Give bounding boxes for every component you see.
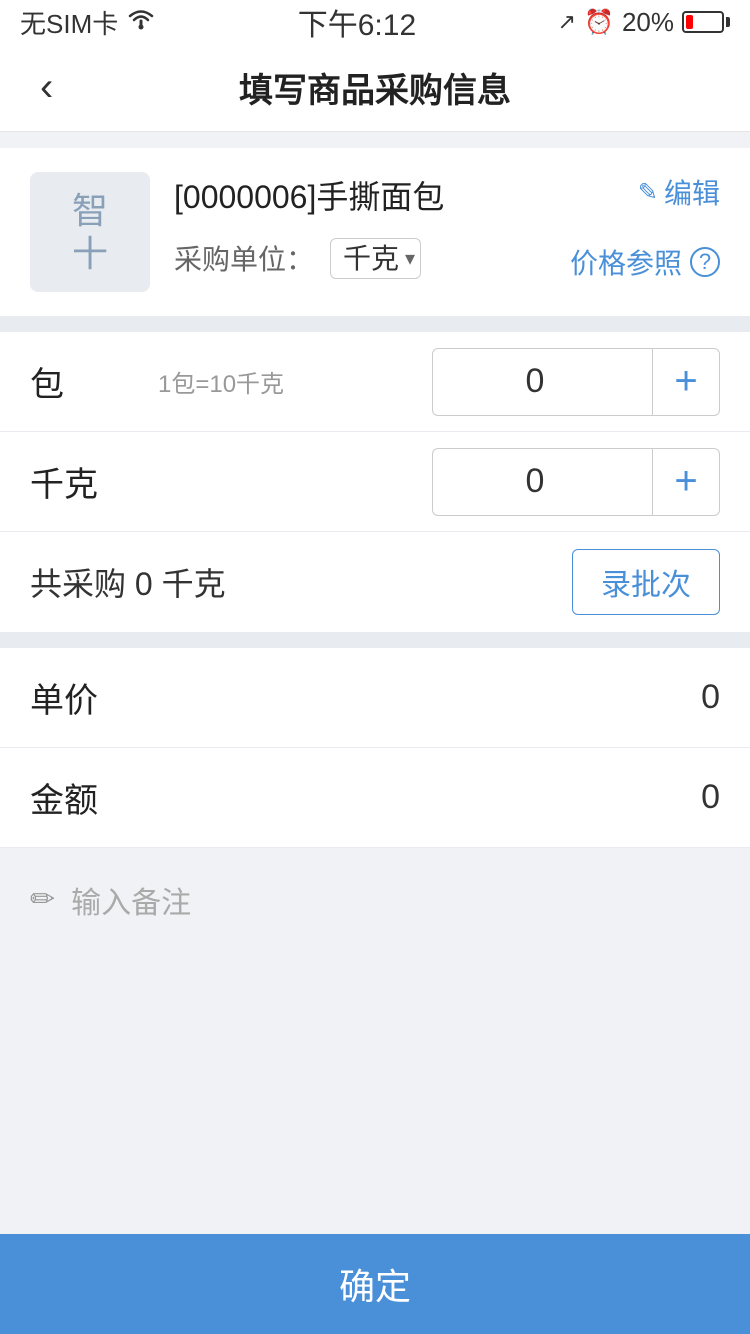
input-section: 包 1包=10千克 + 千克 + (0, 332, 750, 532)
unit-price-label: 单价 (30, 673, 98, 722)
bag-input-row: 包 1包=10千克 + (0, 332, 750, 432)
edit-button[interactable]: ✎ 编辑 (638, 172, 720, 212)
confirm-button[interactable]: 确定 (0, 1234, 750, 1334)
divider-2 (0, 632, 750, 648)
price-section: 单价 0 金额 0 (0, 648, 750, 848)
question-icon: ? (690, 247, 720, 277)
amount-row: 金额 0 (0, 748, 750, 848)
bag-plus-button[interactable]: + (652, 348, 720, 416)
confirm-label: 确定 (339, 1258, 411, 1310)
notes-input-area: ✏ 输入备注 (30, 878, 720, 922)
bottom-spacer (0, 1148, 750, 1248)
kg-label: 千克 (30, 457, 150, 506)
amount-value: 0 (701, 778, 720, 817)
unit-price-row: 单价 0 (0, 648, 750, 748)
unit-label: 采购单位： (174, 238, 314, 278)
unit-select-wrapper[interactable]: 千克 包 (330, 238, 421, 279)
product-logo: 智 十 (72, 189, 108, 275)
unit-price-value: 0 (701, 678, 720, 717)
location-icon: ↗ (558, 9, 576, 35)
notes-placeholder: 输入备注 (71, 878, 191, 922)
kg-input[interactable] (432, 448, 652, 516)
unit-select[interactable]: 千克 包 (330, 238, 421, 279)
bag-label: 包 (30, 357, 150, 406)
pencil-icon: ✏ (30, 882, 55, 917)
battery-label: 20% (622, 7, 674, 38)
price-ref-link[interactable]: 价格参照 ? (570, 242, 720, 282)
bag-input-wrapper: + (432, 348, 720, 416)
notes-section[interactable]: ✏ 输入备注 (0, 848, 750, 1148)
edit-icon: ✎ (638, 178, 658, 207)
alarm-icon: ⏰ (584, 8, 614, 37)
kg-input-wrapper: + (432, 448, 720, 516)
product-card: 智 十 [0000006]手撕面包 采购单位： 千克 包 价格参照 ? ✎ 编辑 (0, 148, 750, 316)
nav-bar: ‹ 填写商品采购信息 (0, 44, 750, 132)
bag-sub-label: 1包=10千克 (158, 364, 284, 399)
status-bar-right: ↗ ⏰ 20% (558, 7, 730, 38)
status-bar-left: 无SIM卡 (20, 4, 156, 41)
bag-input[interactable] (432, 348, 652, 416)
product-image: 智 十 (30, 172, 150, 292)
price-ref-label: 价格参照 (570, 242, 682, 282)
kg-input-row: 千克 + (0, 432, 750, 532)
battery-icon (682, 11, 730, 33)
carrier-label: 无SIM卡 (20, 4, 118, 41)
wifi-icon (126, 7, 156, 38)
summary-section: 共采购 0 千克 录批次 (0, 532, 750, 632)
divider-1 (0, 316, 750, 332)
status-bar: 无SIM卡 下午6:12 ↗ ⏰ 20% (0, 0, 750, 44)
kg-plus-button[interactable]: + (652, 448, 720, 516)
back-button[interactable]: ‹ (30, 55, 63, 120)
batch-button[interactable]: 录批次 (572, 549, 720, 615)
nav-title: 填写商品采购信息 (239, 63, 511, 112)
summary-row: 共采购 0 千克 录批次 (30, 532, 720, 632)
summary-text: 共采购 0 千克 (30, 559, 226, 605)
amount-label: 金额 (30, 773, 98, 822)
product-unit-row: 采购单位： 千克 包 价格参照 ? (174, 234, 720, 282)
status-bar-time: 下午6:12 (298, 0, 416, 44)
